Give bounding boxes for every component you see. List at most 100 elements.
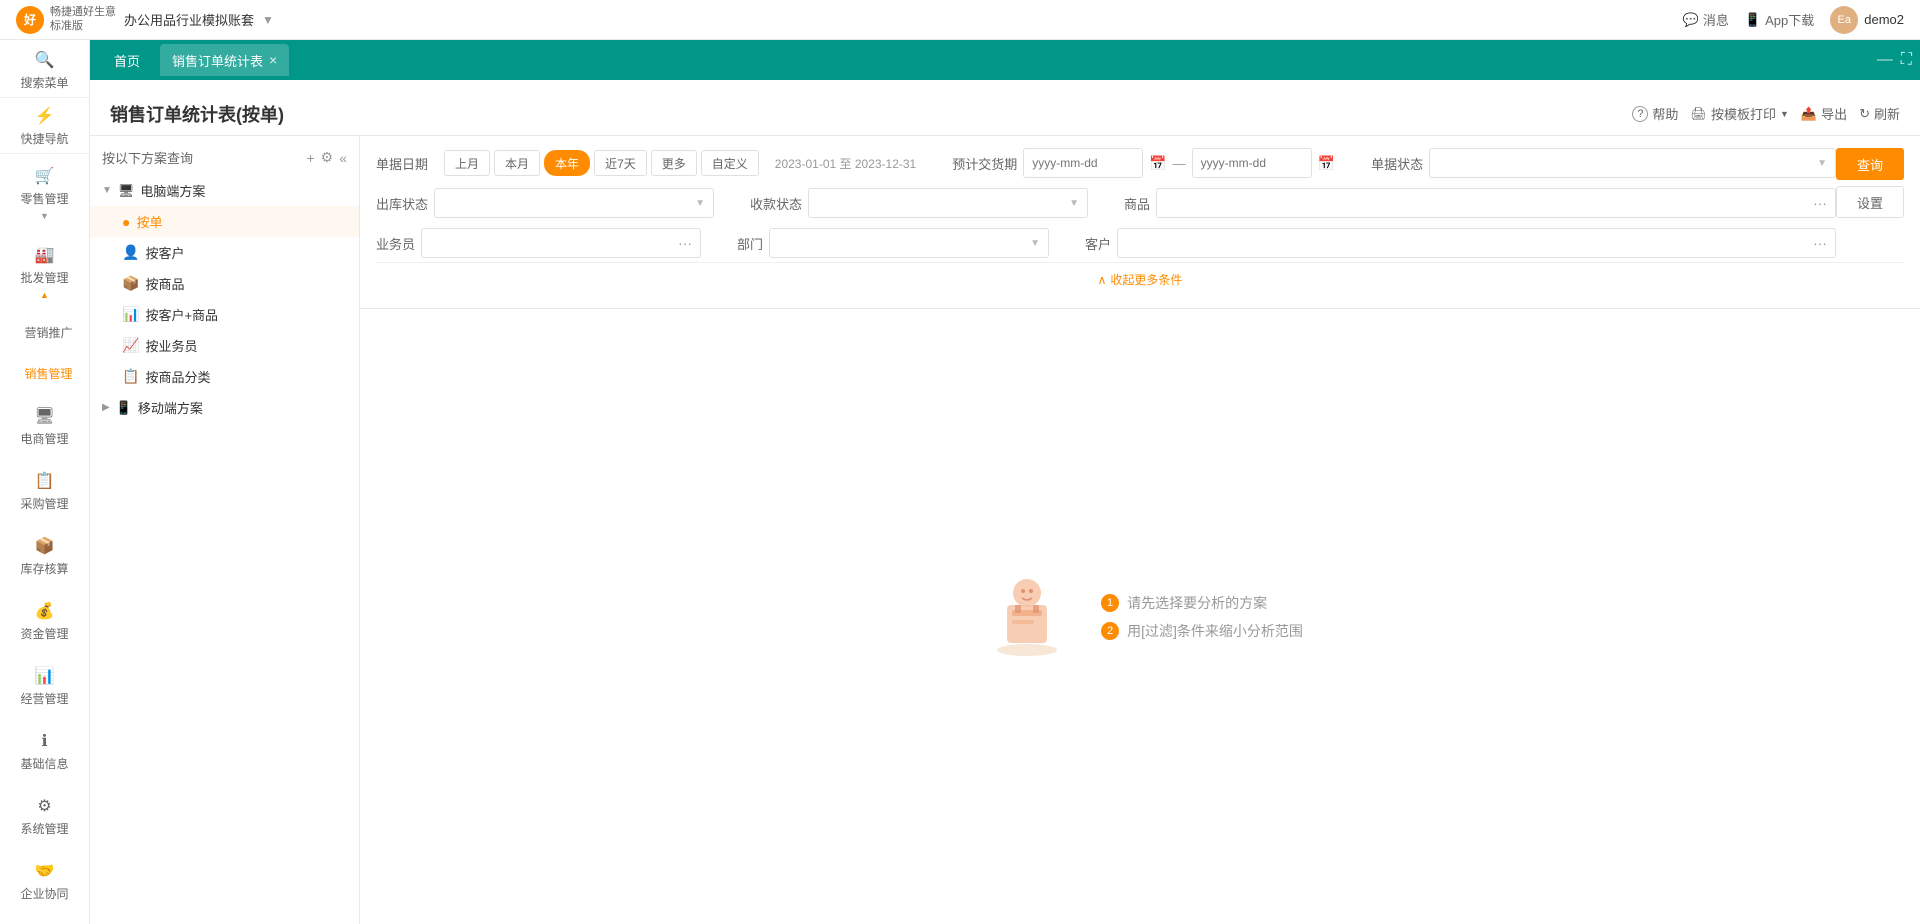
tree-item-by-order[interactable]: ● 按单 <box>90 206 359 237</box>
tree-item-by-customer[interactable]: 👤 按客户 <box>90 237 359 268</box>
top-bar: 好 畅捷通好生意 标准版 办公用品行业模拟账套 ▼ 💬 消息 📱 App下载 E… <box>0 0 1920 40</box>
filter-row-1: 单据日期 上月 本月 本年 近7天 更多 自定义 <box>376 148 1836 178</box>
date-from-input[interactable] <box>1023 148 1143 178</box>
tree-item-by-customer-goods[interactable]: 📊 按客户+商品 <box>90 299 359 330</box>
tree-expand-icon: ▼ <box>102 185 112 196</box>
export-icon: 📤 <box>1801 106 1817 122</box>
content-area: 首页 销售订单统计表 × — ⛶ 销售订单统计表(按单) ? 帮助 <box>90 40 1920 924</box>
order-status-select[interactable]: ▼ <box>1429 148 1836 178</box>
goods-select[interactable]: ··· <box>1156 188 1836 218</box>
goods-label: 商品 <box>1124 194 1150 213</box>
tree-item-by-category[interactable]: 📋 按商品分类 <box>90 361 359 392</box>
sidebar-item-retail[interactable]: 🛒 零售管理 ▼ <box>0 154 89 233</box>
breadcrumb-dropdown-icon[interactable]: ▼ <box>262 13 274 27</box>
add-scheme-button[interactable]: + <box>306 150 314 166</box>
sidebar-item-ecommerce[interactable]: 🖥 电商管理 <box>0 394 89 459</box>
date-btn-custom[interactable]: 自定义 <box>701 150 759 176</box>
date-label: 单据日期 <box>376 154 428 173</box>
goods-group: 商品 ··· <box>1124 188 1836 218</box>
step-2-num: 2 <box>1101 622 1119 640</box>
sidebar-item-search[interactable]: 🔍 搜索菜单 <box>0 40 89 98</box>
top-bar-right: 💬 消息 📱 App下载 Ea demo2 <box>1683 6 1904 34</box>
logo-icon: 好 <box>16 6 44 34</box>
sidebar-item-basic[interactable]: ℹ 基础信息 <box>0 719 89 784</box>
tree-mobile-header[interactable]: ▶ 📱 移动端方案 <box>90 392 359 423</box>
message-button[interactable]: 💬 消息 <box>1683 10 1729 29</box>
empty-step-2: 2 用[过滤]条件来缩小分析范围 <box>1101 621 1303 641</box>
step-1-num: 1 <box>1101 594 1119 612</box>
sidebar-item-sales[interactable]: 销售管理 <box>8 353 89 394</box>
customer-label: 客户 <box>1085 234 1111 253</box>
sidebar-item-quicknav[interactable]: ⚡ 快捷导航 <box>0 98 89 154</box>
date-btn-last-month[interactable]: 上月 <box>444 150 490 176</box>
salesman-more-icon[interactable]: ··· <box>678 235 692 251</box>
date-range-display: 2023-01-01 至 2023-12-31 <box>775 155 916 172</box>
query-button[interactable]: 查询 <box>1836 148 1904 180</box>
top-bar-left: 好 畅捷通好生意 标准版 办公用品行业模拟账套 ▼ <box>16 6 274 34</box>
customer-select[interactable]: ··· <box>1117 228 1836 258</box>
tree-mobile: ▶ 📱 移动端方案 <box>90 392 359 423</box>
retail-icon: 🛒 <box>35 166 55 186</box>
sidebar-item-finance[interactable]: 💰 资金管理 <box>0 589 89 654</box>
settings-scheme-button[interactable]: ⚙ <box>321 149 334 166</box>
collapse-panel-button[interactable]: « <box>339 150 347 166</box>
department-select[interactable]: ▼ <box>769 228 1049 258</box>
app-download-button[interactable]: 📱 App下载 <box>1745 10 1814 29</box>
tab-maximize-button[interactable]: ⛶ <box>1901 51 1912 69</box>
sidebar-item-enterprise[interactable]: 🤝 企业协同 <box>0 849 89 914</box>
sidebar-item-marketing[interactable]: 营销推广 <box>8 312 89 353</box>
tab-minimize-button[interactable]: — <box>1877 51 1893 69</box>
template-print-button[interactable]: 🖨 按模板打印 ▼ <box>1690 104 1788 123</box>
salesman-select[interactable]: ··· <box>421 228 701 258</box>
tree-item-by-salesman[interactable]: 📈 按业务员 <box>90 330 359 361</box>
order-status-dropdown-icon: ▼ <box>1817 158 1827 169</box>
goods-more-icon[interactable]: ··· <box>1813 195 1827 211</box>
operations-icon: 📊 <box>35 666 55 686</box>
refresh-button[interactable]: ↻ 刷新 <box>1859 104 1900 123</box>
tab-close-icon[interactable]: × <box>269 52 277 68</box>
reset-button[interactable]: 设置 <box>1836 186 1904 218</box>
ship-status-group: 出库状态 ▼ <box>376 188 714 218</box>
sidebar-item-inventory[interactable]: 📦 库存核算 <box>0 524 89 589</box>
order-status-label: 单据状态 <box>1371 154 1423 173</box>
logo-text: 畅捷通好生意 标准版 <box>50 6 116 32</box>
ship-status-select[interactable]: ▼ <box>434 188 714 218</box>
panel-container: 按以下方案查询 + ⚙ « ▼ 🖥 电脑端方案 <box>90 136 1920 924</box>
cal-to-icon[interactable]: 📅 <box>1318 155 1335 172</box>
sidebar-item-wholesale[interactable]: 🏭 批发管理 ▲ <box>0 233 89 312</box>
collapse-bar[interactable]: ∧ 收起更多条件 <box>376 262 1904 296</box>
department-group: 部门 ▼ <box>737 228 1049 258</box>
by-order-icon: ● <box>122 214 130 230</box>
empty-content: 1 请先选择要分析的方案 2 用[过滤]条件来缩小分析范围 <box>977 565 1303 668</box>
breadcrumb-title: 办公用品行业模拟账套 <box>124 10 254 29</box>
filter-fields: 单据日期 上月 本月 本年 近7天 更多 自定义 <box>376 148 1836 258</box>
export-button[interactable]: 📤 导出 <box>1801 104 1847 123</box>
filter-and-buttons: 单据日期 上月 本月 本年 近7天 更多 自定义 <box>376 148 1904 258</box>
date-btn-more[interactable]: 更多 <box>651 150 697 176</box>
date-btn-this-month[interactable]: 本月 <box>494 150 540 176</box>
sidebar-item-system[interactable]: ⚙ 系统管理 <box>0 784 89 849</box>
date-btn-this-year[interactable]: 本年 <box>544 150 590 176</box>
customer-more-icon[interactable]: ··· <box>1813 235 1827 251</box>
tab-home[interactable]: 首页 <box>98 44 156 76</box>
sidebar-item-purchase[interactable]: 📋 采购管理 <box>0 459 89 524</box>
user-profile[interactable]: Ea demo2 <box>1830 6 1904 34</box>
by-customer-icon: 👤 <box>122 244 139 261</box>
sidebar-item-operations[interactable]: 📊 经营管理 <box>0 654 89 719</box>
sidebar-item-tutorial[interactable]: 🎯 新手引导 <box>0 914 89 924</box>
help-button[interactable]: ? 帮助 <box>1632 104 1678 123</box>
ship-status-dropdown-icon: ▼ <box>695 198 705 209</box>
filter-row-2: 出库状态 ▼ 收款状态 <box>376 188 1836 218</box>
tree-item-by-goods[interactable]: 📦 按商品 <box>90 268 359 299</box>
wholesale-icon: 🏭 <box>35 245 55 265</box>
receive-status-select[interactable]: ▼ <box>808 188 1088 218</box>
date-btn-last-7[interactable]: 近7天 <box>594 150 647 176</box>
sidebar-sub-marketing: 营销推广 销售管理 <box>0 312 89 394</box>
date-to-input[interactable] <box>1192 148 1312 178</box>
receive-status-group: 收款状态 ▼ <box>750 188 1088 218</box>
tree-desktop-header[interactable]: ▼ 🖥 电脑端方案 <box>90 175 359 206</box>
department-dropdown-icon: ▼ <box>1030 238 1040 249</box>
cal-from-icon[interactable]: 📅 <box>1149 155 1166 172</box>
tab-sales-stats[interactable]: 销售订单统计表 × <box>160 44 289 76</box>
avatar: Ea <box>1830 6 1858 34</box>
